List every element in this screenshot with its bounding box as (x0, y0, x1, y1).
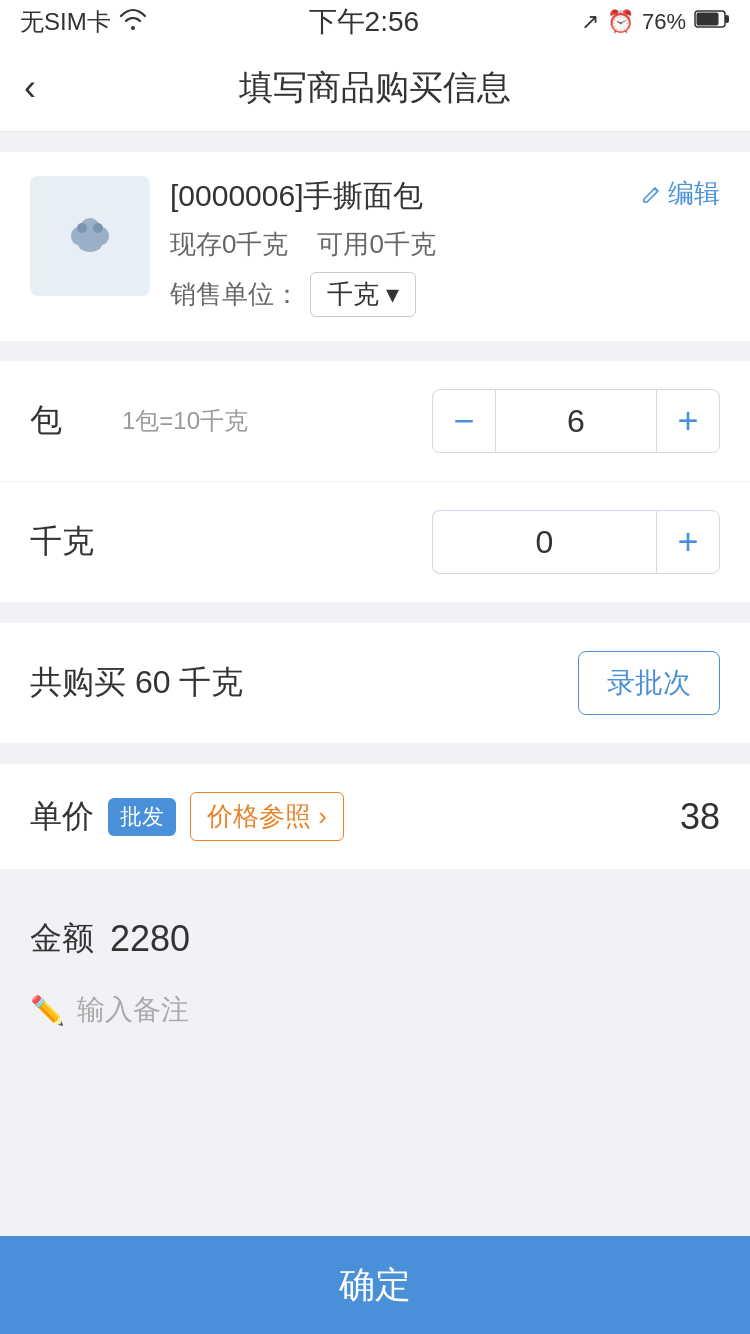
product-info: [0000006]手撕面包 编辑 现存0千克 可用0千克 销售单位： 千克 ▾ (170, 176, 720, 317)
unit-label: 销售单位： (170, 277, 300, 312)
price-section: 单价 批发 价格参照 › 38 (0, 764, 750, 869)
battery-text: 76% (642, 9, 686, 35)
batch-tag: 批发 (108, 798, 176, 836)
stock-text: 现存0千克 (170, 229, 288, 259)
svg-rect-1 (725, 15, 729, 23)
plus-button-bao[interactable]: + (656, 389, 720, 453)
confirm-button[interactable]: 确定 (339, 1261, 411, 1310)
wifi-icon (119, 8, 147, 36)
pencil-icon: ✏️ (30, 994, 65, 1027)
note-placeholder: 输入备注 (77, 991, 189, 1029)
svg-point-7 (77, 223, 87, 233)
product-section: [0000006]手撕面包 编辑 现存0千克 可用0千克 销售单位： 千克 ▾ (0, 152, 750, 341)
product-image (30, 176, 150, 296)
price-ref-button[interactable]: 价格参照 › (190, 792, 344, 841)
qty-hint-bao: 1包=10千克 (122, 405, 432, 437)
battery-icon (694, 9, 730, 35)
edit-label: 编辑 (668, 176, 720, 211)
status-time: 下午2:56 (309, 3, 420, 41)
product-stock: 现存0千克 可用0千克 (170, 227, 720, 262)
quantity-section: 包 1包=10千克 − + 千克 + (0, 361, 750, 603)
price-left: 单价 批发 价格参照 › (30, 792, 344, 841)
alarm-icon: ⏰ (607, 9, 634, 35)
note-row[interactable]: ✏️ 输入备注 (30, 981, 720, 1059)
minus-button-bao[interactable]: − (432, 389, 496, 453)
amount-section: 金额 2280 ✏️ 输入备注 (0, 869, 750, 1059)
qty-input-kg[interactable] (432, 510, 656, 574)
status-right: ↗ ⏰ 76% (581, 9, 730, 35)
product-name: [0000006]手撕面包 (170, 176, 423, 217)
price-label: 单价 (30, 795, 94, 839)
svg-point-6 (78, 236, 102, 252)
nav-bar: ‹ 填写商品购买信息 (0, 44, 750, 132)
product-unit-row: 销售单位： 千克 ▾ (170, 272, 720, 317)
svg-rect-2 (697, 13, 719, 26)
page-title: 填写商品购买信息 (239, 65, 511, 111)
quantity-controls-kg: + (432, 510, 720, 574)
record-batch-button[interactable]: 录批次 (578, 651, 720, 715)
edit-button[interactable]: 编辑 (640, 176, 720, 211)
total-text: 共购买 60 千克 (30, 661, 243, 705)
amount-label: 金额 (30, 917, 94, 961)
back-button[interactable]: ‹ (24, 67, 36, 109)
carrier-text: 无SIM卡 (20, 6, 111, 38)
plus-button-kg[interactable]: + (656, 510, 720, 574)
amount-value: 2280 (110, 918, 190, 960)
qty-label-kg: 千克 (30, 520, 110, 564)
spacer (0, 1059, 750, 1157)
unit-select[interactable]: 千克 ▾ (310, 272, 416, 317)
status-bar: 无SIM卡 下午2:56 ↗ ⏰ 76% (0, 0, 750, 44)
total-section: 共购买 60 千克 录批次 (0, 623, 750, 744)
quantity-row-kg: 千克 + (0, 482, 750, 603)
qty-input-bao[interactable] (496, 389, 656, 453)
quantity-controls-bao: − + (432, 389, 720, 453)
unit-value: 千克 ▾ (327, 277, 399, 312)
footer[interactable]: 确定 (0, 1236, 750, 1334)
quantity-row-bao: 包 1包=10千克 − + (0, 361, 750, 482)
price-value: 38 (680, 796, 720, 838)
qty-label-bao: 包 (30, 399, 110, 443)
svg-point-8 (93, 223, 103, 233)
location-icon: ↗ (581, 9, 599, 35)
amount-row: 金额 2280 (30, 897, 720, 981)
available-text: 可用0千克 (317, 229, 435, 259)
status-left: 无SIM卡 (20, 6, 147, 38)
